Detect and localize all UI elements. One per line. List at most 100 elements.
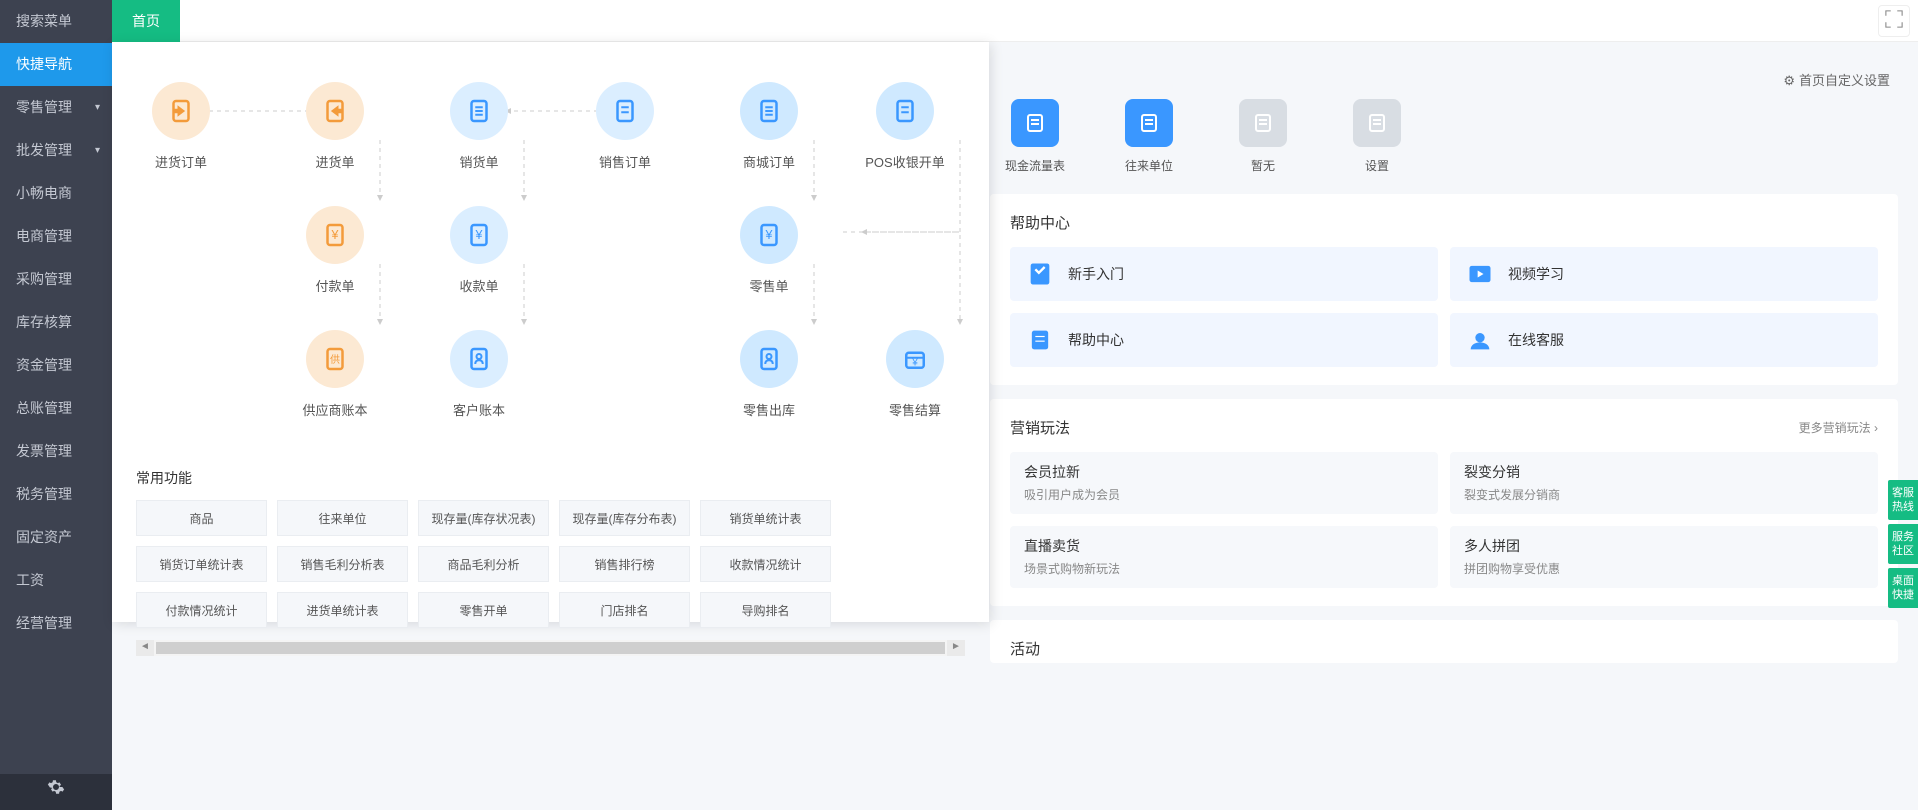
floating-side-buttons: 客服热线服务社区桌面快捷 — [1888, 480, 1918, 612]
homepage-customize-link[interactable]: ⚙首页自定义设置 — [990, 60, 1898, 99]
sidebar-item-14[interactable]: 经营管理 — [0, 602, 112, 645]
sidebar-item-8[interactable]: 资金管理 — [0, 344, 112, 387]
help-item-0[interactable]: 新手入门 — [1010, 247, 1438, 301]
flow-node-jhd[interactable]: 进货单 — [290, 82, 380, 171]
tab-home[interactable]: 首页 — [112, 0, 180, 42]
help-item-icon — [1026, 326, 1054, 354]
common-func-13[interactable]: 门店排名 — [559, 592, 690, 628]
svg-text:¥: ¥ — [331, 228, 339, 242]
flow-node-label: 付款单 — [290, 276, 380, 295]
fullscreen-button[interactable] — [1878, 5, 1910, 37]
float-button-1[interactable]: 服务社区 — [1888, 524, 1918, 564]
flow-node-label: 零售结算 — [870, 400, 960, 419]
common-func-9[interactable]: 收款情况统计 — [700, 546, 831, 582]
sidebar-item-3[interactable]: 批发管理▾ — [0, 129, 112, 172]
common-func-1[interactable]: 往来单位 — [277, 500, 408, 536]
sidebar-item-12[interactable]: 固定资产 — [0, 516, 112, 559]
marketing-item-2[interactable]: 直播卖货场景式购物新玩法 — [1010, 526, 1438, 588]
common-func-14[interactable]: 导购排名 — [700, 592, 831, 628]
scroll-left-button[interactable]: ◄ — [136, 640, 154, 656]
scroll-right-button[interactable]: ► — [947, 640, 965, 656]
common-func-3[interactable]: 现存量(库存分布表) — [559, 500, 690, 536]
marketing-item-title: 裂变分销 — [1464, 462, 1864, 482]
help-item-icon — [1026, 260, 1054, 288]
sidebar-item-6[interactable]: 采购管理 — [0, 258, 112, 301]
help-item-label: 帮助中心 — [1068, 330, 1124, 350]
quick-nav-flyout: 进货订单进货单销货单销售订单商城订单POS收银开单¥付款单¥收款单¥零售单供供应… — [112, 42, 989, 622]
sidebar-item-13[interactable]: 工资 — [0, 559, 112, 602]
common-func-4[interactable]: 销货单统计表 — [700, 500, 831, 536]
common-func-12[interactable]: 零售开单 — [418, 592, 549, 628]
sidebar-item-11[interactable]: 税务管理 — [0, 473, 112, 516]
sidebar-item-9[interactable]: 总账管理 — [0, 387, 112, 430]
flow-node-label: 零售出库 — [724, 400, 814, 419]
common-func-10[interactable]: 付款情况统计 — [136, 592, 267, 628]
common-func-0[interactable]: 商品 — [136, 500, 267, 536]
flow-node-gys[interactable]: 供供应商账本 — [290, 330, 380, 419]
scroll-thumb[interactable] — [156, 642, 945, 654]
activity-panel: 活动 — [990, 620, 1898, 663]
help-item-1[interactable]: 视频学习 — [1450, 247, 1878, 301]
float-button-2[interactable]: 桌面快捷 — [1888, 568, 1918, 608]
quick-shortcut-2[interactable]: 暂无 — [1218, 99, 1308, 174]
flow-node-lsck[interactable]: 零售出库 — [724, 330, 814, 419]
flow-node-khzb[interactable]: 客户账本 — [434, 330, 524, 419]
sidebar-settings-button[interactable] — [0, 774, 112, 810]
common-func-2[interactable]: 现存量(库存状况表) — [418, 500, 549, 536]
common-func-7[interactable]: 商品毛利分析 — [418, 546, 549, 582]
common-func-5[interactable]: 销货订单统计表 — [136, 546, 267, 582]
sidebar-item-4[interactable]: 小畅电商 — [0, 172, 112, 215]
sidebar-item-7[interactable]: 库存核算 — [0, 301, 112, 344]
expand-icon — [1881, 6, 1907, 32]
marketing-item-1[interactable]: 裂变分销裂变式发展分销商 — [1450, 452, 1878, 514]
marketing-item-title: 直播卖货 — [1024, 536, 1424, 556]
common-func-8[interactable]: 销售排行榜 — [559, 546, 690, 582]
gear-icon — [47, 784, 65, 799]
quick-shortcut-3[interactable]: 设置 — [1332, 99, 1422, 174]
flow-node-label: 进货单 — [290, 152, 380, 171]
help-item-label: 在线客服 — [1508, 330, 1564, 350]
help-item-icon — [1466, 326, 1494, 354]
flow-node-label: 收款单 — [434, 276, 524, 295]
common-functions-title: 常用功能 — [136, 468, 965, 488]
flow-node-scdd[interactable]: 商城订单 — [724, 82, 814, 171]
flow-node-pos[interactable]: POS收银开单 — [860, 82, 950, 171]
svg-text:¥: ¥ — [911, 357, 918, 368]
flow-node-label: 商城订单 — [724, 152, 814, 171]
marketing-more-link[interactable]: 更多营销玩法 › — [1799, 419, 1878, 436]
flow-node-xhd[interactable]: 销货单 — [434, 82, 524, 171]
marketing-item-0[interactable]: 会员拉新吸引用户成为会员 — [1010, 452, 1438, 514]
help-item-2[interactable]: 帮助中心 — [1010, 313, 1438, 367]
sidebar-item-10[interactable]: 发票管理 — [0, 430, 112, 473]
sidebar-item-5[interactable]: 电商管理 — [0, 215, 112, 258]
sidebar-item-1[interactable]: 快捷导航 — [0, 43, 112, 86]
shortcut-label: 设置 — [1332, 157, 1422, 174]
marketing-item-subtitle: 拼团购物享受优惠 — [1464, 560, 1864, 577]
flow-node-xsdd[interactable]: 销售订单 — [580, 82, 670, 171]
marketing-panel: 营销玩法 更多营销玩法 › 会员拉新吸引用户成为会员裂变分销裂变式发展分销商直播… — [990, 399, 1898, 606]
flow-node-lsd[interactable]: ¥ 零售单 — [724, 206, 814, 295]
svg-text:供: 供 — [330, 353, 340, 366]
common-func-6[interactable]: 销售毛利分析表 — [277, 546, 408, 582]
help-item-label: 视频学习 — [1508, 264, 1564, 284]
marketing-item-title: 会员拉新 — [1024, 462, 1424, 482]
flow-node-icon: ¥ — [740, 206, 798, 264]
quick-shortcut-1[interactable]: 往来单位 — [1104, 99, 1194, 174]
horizontal-scrollbar[interactable]: ◄ ► — [136, 640, 965, 656]
flow-node-fkd[interactable]: ¥ 付款单 — [290, 206, 380, 295]
flow-node-icon — [596, 82, 654, 140]
marketing-item-3[interactable]: 多人拼团拼团购物享受优惠 — [1450, 526, 1878, 588]
common-func-11[interactable]: 进货单统计表 — [277, 592, 408, 628]
flow-node-icon: 供 — [306, 330, 364, 388]
flow-diagram: 进货订单进货单销货单销售订单商城订单POS收银开单¥付款单¥收款单¥零售单供供应… — [136, 82, 965, 462]
sidebar-item-0[interactable]: 搜索菜单 — [0, 0, 112, 43]
flow-node-lsjs[interactable]: ¥ 零售结算 — [870, 330, 960, 419]
flow-node-skd[interactable]: ¥收款单 — [434, 206, 524, 295]
quick-shortcut-0[interactable]: 现金流量表 — [990, 99, 1080, 174]
help-item-3[interactable]: 在线客服 — [1450, 313, 1878, 367]
float-button-0[interactable]: 客服热线 — [1888, 480, 1918, 520]
gear-icon: ⚙ — [1783, 73, 1795, 88]
flow-node-label: 零售单 — [724, 276, 814, 295]
sidebar-item-2[interactable]: 零售管理▾ — [0, 86, 112, 129]
flow-node-jhdd[interactable]: 进货订单 — [136, 82, 226, 171]
